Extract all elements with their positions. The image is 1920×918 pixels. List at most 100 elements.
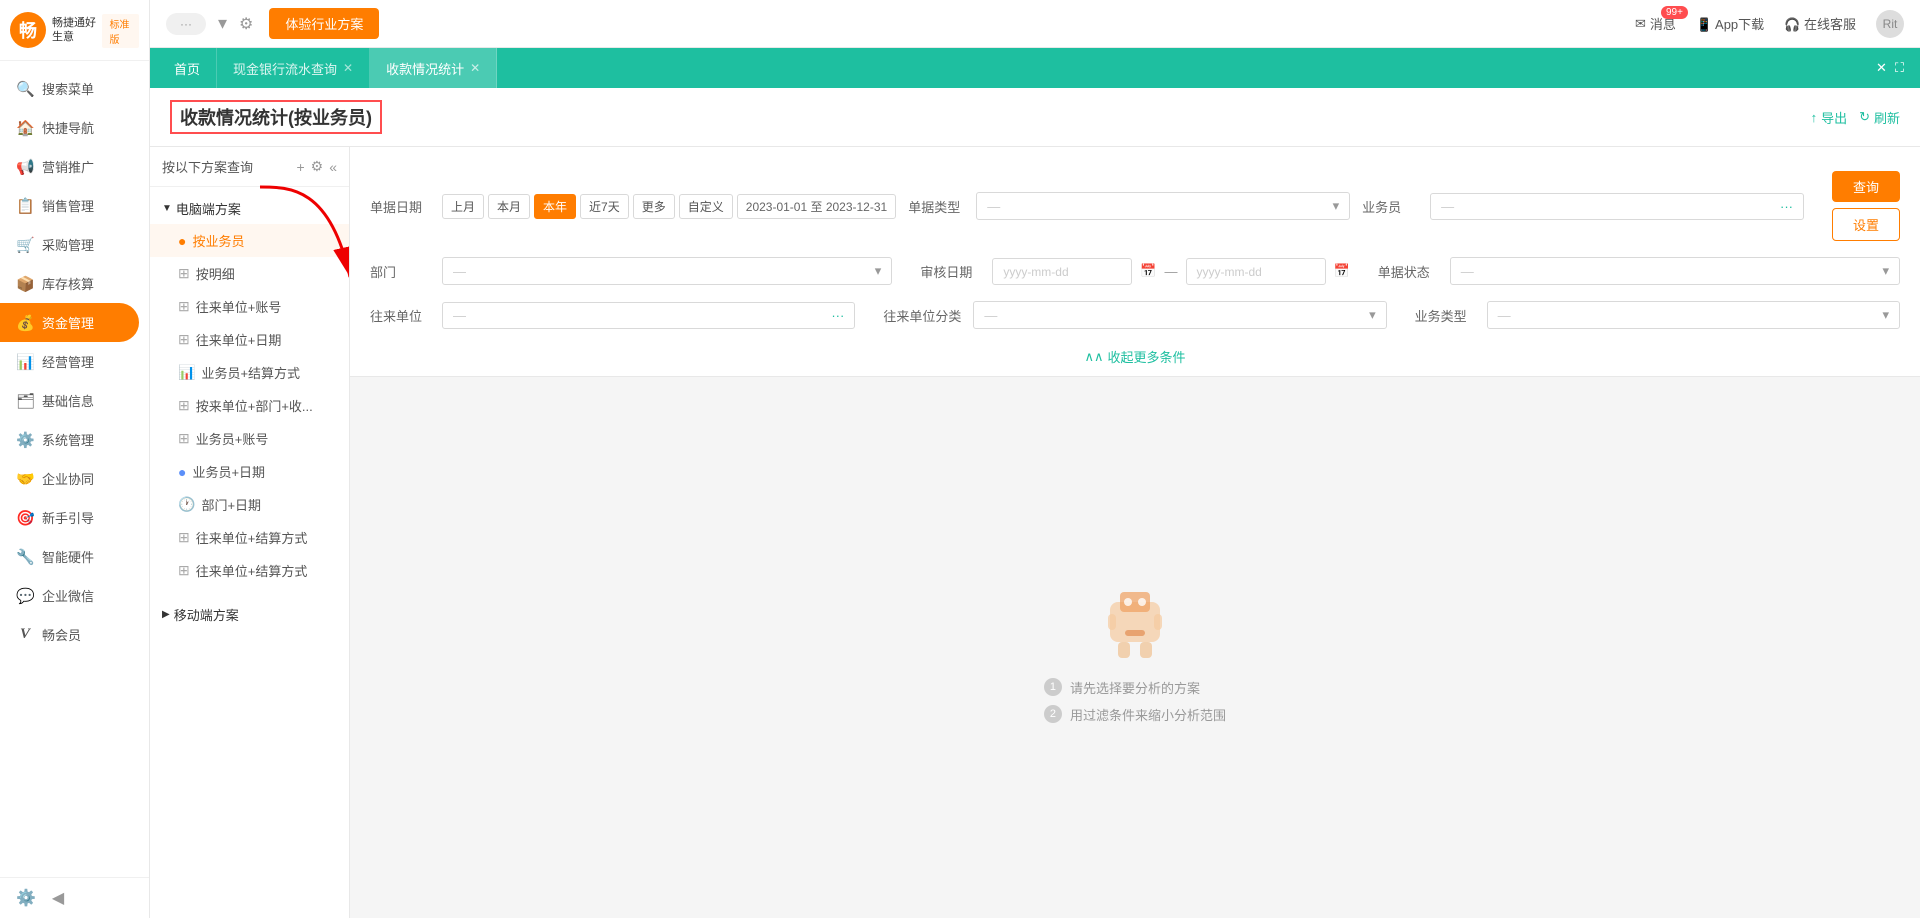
sidebar-item-purchase[interactable]: 🛒采购管理: [0, 225, 149, 264]
sidebar-item-operation[interactable]: 📊经营管理: [0, 342, 149, 381]
sidebar-item-search[interactable]: 🔍搜索菜单: [0, 69, 149, 108]
tree-item-by-salesperson[interactable]: ● 按业务员: [150, 224, 349, 257]
audit-date-from-input[interactable]: yyyy-mm-dd: [992, 258, 1132, 285]
tab-bar: 首页 现金银行流水查询 ✕ 收款情况统计 ✕ ✕ ⛶: [150, 48, 1920, 88]
header-gear-icon[interactable]: ⚙: [239, 14, 253, 34]
sidebar-nav: 🔍搜索菜单 🏠快捷导航 📢营销推广 📋销售管理 🛒采购管理 📦库存核算 💰资金管…: [0, 61, 149, 877]
collapse-bar[interactable]: ∧∧ 收起更多条件: [350, 337, 1920, 377]
sidebar-item-member[interactable]: V畅会员: [0, 615, 149, 654]
export-button[interactable]: ↑ 导出: [1811, 108, 1848, 127]
tree-mobile-section: ▶ 移动端方案: [150, 593, 349, 636]
tab-close-all-icon[interactable]: ✕: [1876, 60, 1887, 76]
partner-select[interactable]: — ···: [442, 302, 855, 329]
date-btn-last-month[interactable]: 上月: [442, 194, 484, 219]
salesperson-date-icon: ●: [178, 464, 186, 480]
tree-item-partner-date[interactable]: ⊞ 往来单位+日期: [150, 323, 349, 356]
tree-item-salesperson-payment[interactable]: 📊 业务员+结算方式: [150, 356, 349, 389]
app-download-link[interactable]: 📱 App下载: [1696, 14, 1764, 33]
category-select[interactable]: — ▾: [976, 192, 1350, 220]
doc-status-select[interactable]: — ▾: [1450, 257, 1900, 285]
biz-type-select[interactable]: — ▾: [1487, 301, 1900, 329]
header-breadcrumb: ···: [166, 13, 206, 35]
salesperson-select[interactable]: — ···: [1430, 193, 1804, 220]
sidebar-item-basic[interactable]: 🗂基础信息: [0, 381, 149, 420]
hardware-icon: 🔧: [16, 548, 34, 566]
tree-item-salesperson-label: 按业务员: [192, 231, 244, 250]
right-main: 单据日期 上月 本月 本年 近7天 更多 自定义 2023-01-01 至 20…: [350, 147, 1920, 918]
tree-item-salesperson-date[interactable]: ● 业务员+日期: [150, 455, 349, 488]
calendar-from-icon[interactable]: 📅: [1140, 263, 1156, 279]
system-icon: ⚙️: [16, 431, 34, 449]
date-range-display: 2023-01-01 至 2023-12-31: [737, 194, 896, 219]
dept-date-icon: 🕐: [178, 496, 195, 513]
header-expand-icon[interactable]: ▾: [218, 13, 227, 34]
partner-category-select[interactable]: — ▾: [973, 301, 1386, 329]
online-service-link[interactable]: 🎧 在线客服: [1784, 14, 1856, 33]
query-button[interactable]: 查询: [1832, 171, 1900, 202]
sidebar-settings-icon[interactable]: ⚙️: [16, 888, 36, 908]
salesperson-more-icon[interactable]: ···: [1780, 199, 1793, 214]
partner-more-icon[interactable]: ···: [831, 308, 844, 323]
empty-illustration: [1090, 572, 1180, 662]
sidebar-collapse-icon[interactable]: ◀: [52, 888, 64, 908]
partner-dept-icon: ⊞: [178, 397, 190, 414]
sidebar-item-system[interactable]: ⚙️系统管理: [0, 420, 149, 459]
fund-icon: 💰: [16, 314, 34, 332]
tree-item-partner-account[interactable]: ⊞ 往来单位+账号: [150, 290, 349, 323]
sidebar-bottom: ⚙️ ◀: [0, 877, 149, 918]
edition-badge: 标准版: [102, 14, 139, 48]
panel-add-icon[interactable]: +: [296, 159, 304, 175]
tree-item-partner-dept[interactable]: ⊞ 按来单位+部门+收...: [150, 389, 349, 422]
sidebar-item-guide[interactable]: 🎯新手引导: [0, 498, 149, 537]
date-btn-this-month[interactable]: 本月: [488, 194, 530, 219]
tree-item-by-detail[interactable]: ⊞ 按明细: [150, 257, 349, 290]
message-count-badge: 99+: [1661, 6, 1688, 19]
sidebar-item-wechat[interactable]: 💬企业微信: [0, 576, 149, 615]
tab-home[interactable]: 首页: [158, 48, 217, 88]
tab-receipt-stats[interactable]: 收款情况统计 ✕: [370, 48, 497, 88]
date-btn-this-year[interactable]: 本年: [534, 194, 576, 219]
tree-mobile-header[interactable]: ▶ 移动端方案: [150, 599, 349, 630]
sidebar-item-marketing[interactable]: 📢营销推广: [0, 147, 149, 186]
message-badge-container[interactable]: ✉ 消息 99+: [1635, 14, 1676, 33]
sidebar-item-fund[interactable]: 💰资金管理: [0, 303, 139, 342]
dept-select[interactable]: — ▾: [442, 257, 892, 285]
date-btn-custom[interactable]: 自定义: [679, 194, 733, 219]
sidebar-item-enterprise[interactable]: 🤝企业协同: [0, 459, 149, 498]
refresh-button[interactable]: ↻ 刷新: [1859, 108, 1900, 127]
user-avatar[interactable]: Rit: [1876, 10, 1904, 38]
operation-icon: 📊: [16, 353, 34, 371]
tree-arrow-right-icon: ▶: [162, 609, 170, 620]
tree-item-salesperson-account[interactable]: ⊞ 业务员+账号: [150, 422, 349, 455]
tree-item-dept-date[interactable]: 🕐 部门+日期: [150, 488, 349, 521]
tab-receipt-stats-close-icon[interactable]: ✕: [470, 61, 480, 75]
sidebar: 畅 畅捷通好生意 标准版 🔍搜索菜单 🏠快捷导航 📢营销推广 📋销售管理 🛒采购…: [0, 0, 150, 918]
top-header: ··· ▾ ⚙ 体验行业方案 ✉ 消息 99+ 📱 App下载 🎧 在线客服 R…: [150, 0, 1920, 48]
partner-category-dropdown-icon: ▾: [1369, 307, 1376, 323]
tree-desktop-header[interactable]: ▼ 电脑端方案: [150, 193, 349, 224]
tree-item-partner-payment1[interactable]: ⊞ 往来单位+结算方式: [150, 521, 349, 554]
tab-expand-icon[interactable]: ⛶: [1895, 60, 1904, 76]
calendar-to-icon[interactable]: 📅: [1334, 263, 1350, 279]
audit-date-to-input[interactable]: yyyy-mm-dd: [1186, 258, 1326, 285]
sidebar-item-sales[interactable]: 📋销售管理: [0, 186, 149, 225]
page-title: 收款情况统计(按业务员): [170, 100, 382, 134]
tree-item-partner-account-label: 往来单位+账号: [196, 297, 282, 316]
filter-settings-button[interactable]: 设置: [1832, 208, 1900, 241]
trial-button[interactable]: 体验行业方案: [269, 8, 379, 39]
panel-collapse-icon[interactable]: «: [329, 159, 337, 175]
tree-item-partner-payment2[interactable]: ⊞ 往来单位+结算方式: [150, 554, 349, 587]
salesperson-payment-icon: 📊: [178, 364, 195, 381]
empty-tips: 1 请先选择要分析的方案 2 用过滤条件来缩小分析范围: [1044, 678, 1226, 724]
date-btn-more[interactable]: 更多: [633, 194, 675, 219]
tab-bank-flow-close-icon[interactable]: ✕: [343, 61, 353, 75]
logo-text: 畅捷通好生意: [52, 16, 98, 45]
sidebar-item-quick-nav[interactable]: 🏠快捷导航: [0, 108, 149, 147]
panel-settings-icon[interactable]: ⚙: [311, 158, 324, 175]
sidebar-item-inventory[interactable]: 📦库存核算: [0, 264, 149, 303]
tab-bank-flow[interactable]: 现金银行流水查询 ✕: [217, 48, 370, 88]
date-btn-last-7days[interactable]: 近7天: [580, 194, 629, 219]
sidebar-item-hardware[interactable]: 🔧智能硬件: [0, 537, 149, 576]
filter-area: 单据日期 上月 本月 本年 近7天 更多 自定义 2023-01-01 至 20…: [350, 147, 1920, 337]
audit-date-range: yyyy-mm-dd 📅 — yyyy-mm-dd 📅: [992, 258, 1349, 285]
